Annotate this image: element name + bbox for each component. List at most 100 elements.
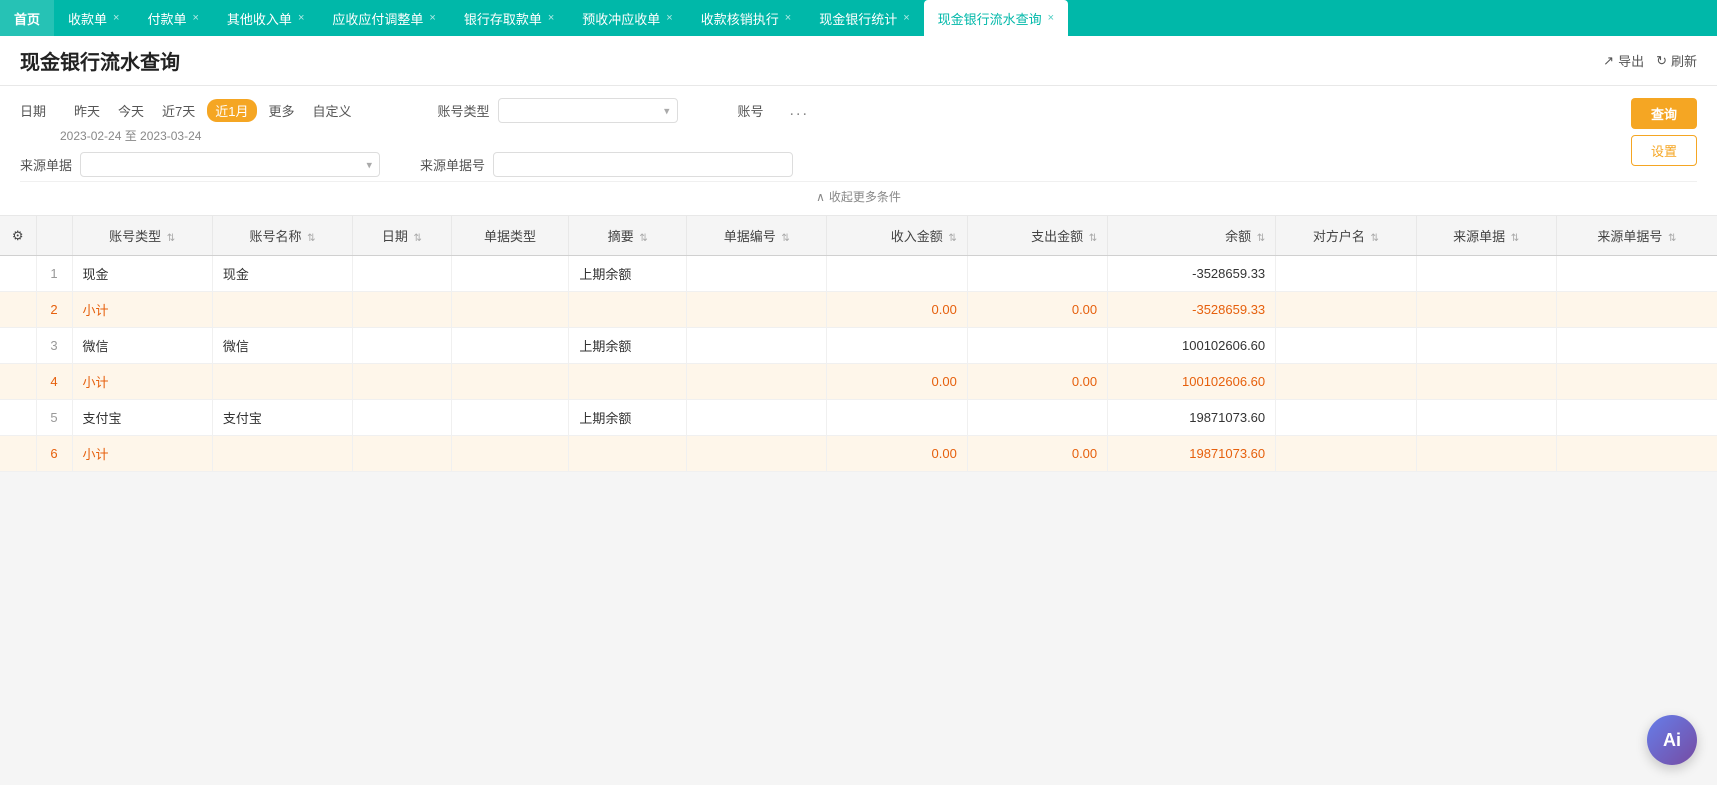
cell-doc-type — [451, 256, 569, 292]
column-doc-no[interactable]: 单据编号 ⇅ — [687, 216, 827, 256]
table-header-row: ⚙ 账号类型 ⇅ 账号名称 ⇅ 日期 ⇅ 单据类型 摘要 ⇅ 单据编号 ⇅ 收入… — [0, 216, 1717, 256]
cell-doc-no — [687, 292, 827, 328]
data-table: ⚙ 账号类型 ⇅ 账号名称 ⇅ 日期 ⇅ 单据类型 摘要 ⇅ 单据编号 ⇅ 收入… — [0, 216, 1717, 472]
cell-counterparty — [1276, 328, 1416, 364]
nav-home[interactable]: 首页 — [0, 0, 54, 36]
cell-expense: 0.00 — [967, 436, 1107, 472]
cell-num: 4 — [36, 364, 72, 400]
date-range-display: 2023-02-24 至 2023-03-24 — [60, 129, 201, 143]
cell-doc-no — [687, 364, 827, 400]
query-button[interactable]: 查询 — [1631, 98, 1697, 129]
date-label: 日期 — [20, 101, 60, 120]
nav-tab-yushou[interactable]: 预收冲应收单 × — [568, 0, 686, 36]
settings-button[interactable]: 设置 — [1631, 135, 1697, 166]
close-icon[interactable]: × — [666, 12, 672, 24]
nav-tab-xianjin-liushui[interactable]: 现金银行流水查询 × — [924, 0, 1068, 36]
nav-tab-xianjin-tongji[interactable]: 现金银行统计 × — [805, 0, 923, 36]
date-today-btn[interactable]: 今天 — [112, 99, 150, 122]
column-summary[interactable]: 摘要 ⇅ — [569, 216, 687, 256]
column-expense[interactable]: 支出金额 ⇅ — [967, 216, 1107, 256]
nav-tab-shoukuan-hexiao[interactable]: 收款核销执行 × — [687, 0, 805, 36]
cell-income — [827, 256, 967, 292]
date-near1m-btn[interactable]: 近1月 — [207, 99, 256, 122]
cell-doc-no — [687, 400, 827, 436]
export-icon: ↗ — [1603, 53, 1614, 69]
cell-source-doc-no — [1556, 328, 1717, 364]
column-source-doc-no[interactable]: 来源单据号 ⇅ — [1556, 216, 1717, 256]
cell-source-doc — [1416, 292, 1556, 328]
close-icon[interactable]: × — [113, 12, 119, 24]
cell-expense — [967, 328, 1107, 364]
cell-counterparty — [1276, 256, 1416, 292]
cell-doc-type — [451, 328, 569, 364]
refresh-button[interactable]: ↻ 刷新 — [1656, 51, 1697, 70]
account-more-btn[interactable]: ... — [786, 102, 813, 120]
nav-tab-yingshou[interactable]: 应收应付调整单 × — [318, 0, 449, 36]
column-account-name[interactable]: 账号名称 ⇅ — [212, 216, 352, 256]
cell-num: 1 — [36, 256, 72, 292]
filter-row-2: 来源单据 ▾ 来源单据号 — [20, 152, 1631, 177]
nav-tab-qitashouru[interactable]: 其他收入单 × — [213, 0, 318, 36]
export-button[interactable]: ↗ 导出 — [1603, 51, 1644, 70]
source-doc-select[interactable] — [80, 152, 380, 177]
cell-source-doc — [1416, 328, 1556, 364]
source-doc-no-label: 来源单据号 — [420, 155, 485, 174]
cell-expense — [967, 400, 1107, 436]
nav-tab-yinhang[interactable]: 银行存取款单 × — [450, 0, 568, 36]
close-icon[interactable]: × — [192, 12, 198, 24]
cell-doc-no — [687, 328, 827, 364]
cell-summary — [569, 364, 687, 400]
cell-gear — [0, 292, 36, 328]
nav-tab-fukuan[interactable]: 付款单 × — [133, 0, 212, 36]
collapse-button[interactable]: ∧ 收起更多条件 — [816, 188, 901, 205]
cell-summary: 上期余额 — [569, 256, 687, 292]
cell-income: 0.00 — [827, 364, 967, 400]
source-doc-no-input[interactable] — [493, 152, 793, 177]
column-source-doc[interactable]: 来源单据 ⇅ — [1416, 216, 1556, 256]
cell-account-type: 微信 — [72, 328, 212, 364]
column-gear[interactable]: ⚙ — [0, 216, 36, 256]
cell-account-type: 小计 — [72, 436, 212, 472]
cell-num: 5 — [36, 400, 72, 436]
column-account-type[interactable]: 账号类型 ⇅ — [72, 216, 212, 256]
cell-source-doc-no — [1556, 292, 1717, 328]
cell-num: 3 — [36, 328, 72, 364]
close-icon[interactable]: × — [903, 12, 909, 24]
date-near7-btn[interactable]: 近7天 — [156, 99, 201, 122]
cell-income: 0.00 — [827, 436, 967, 472]
cell-counterparty — [1276, 436, 1416, 472]
cell-num: 2 — [36, 292, 72, 328]
column-date[interactable]: 日期 ⇅ — [353, 216, 451, 256]
ai-assistant-button[interactable]: Ai — [1647, 715, 1697, 765]
cell-gear — [0, 256, 36, 292]
table-row: 1现金现金上期余额-3528659.33 — [0, 256, 1717, 292]
date-yesterday-btn[interactable]: 昨天 — [68, 99, 106, 122]
cell-doc-no — [687, 436, 827, 472]
close-icon[interactable]: × — [1048, 12, 1054, 24]
cell-account-name — [212, 364, 352, 400]
nav-tab-shoukuan[interactable]: 收款单 × — [54, 0, 133, 36]
column-income[interactable]: 收入金额 ⇅ — [827, 216, 967, 256]
account-type-label: 账号类型 — [438, 101, 490, 120]
close-icon[interactable]: × — [298, 12, 304, 24]
cell-source-doc-no — [1556, 256, 1717, 292]
close-icon[interactable]: × — [429, 12, 435, 24]
date-more-btn[interactable]: 更多 — [263, 99, 301, 122]
column-counterparty[interactable]: 对方户名 ⇅ — [1276, 216, 1416, 256]
cell-balance: 100102606.60 — [1108, 364, 1276, 400]
cell-gear — [0, 364, 36, 400]
cell-summary: 上期余额 — [569, 328, 687, 364]
cell-income — [827, 400, 967, 436]
close-icon[interactable]: × — [785, 12, 791, 24]
table-row: 5支付宝支付宝上期余额19871073.60 — [0, 400, 1717, 436]
close-icon[interactable]: × — [548, 12, 554, 24]
collapse-row: ∧ 收起更多条件 — [20, 181, 1697, 205]
cell-date — [353, 400, 451, 436]
date-custom-btn[interactable]: 自定义 — [307, 99, 358, 122]
column-balance[interactable]: 余额 ⇅ — [1108, 216, 1276, 256]
cell-account-type: 小计 — [72, 292, 212, 328]
refresh-icon: ↻ — [1656, 53, 1667, 69]
cell-account-type: 支付宝 — [72, 400, 212, 436]
filter-row-1: 日期 昨天 今天 近7天 近1月 更多 自定义 账号类型 — [20, 98, 1631, 123]
account-type-select[interactable] — [498, 98, 678, 123]
